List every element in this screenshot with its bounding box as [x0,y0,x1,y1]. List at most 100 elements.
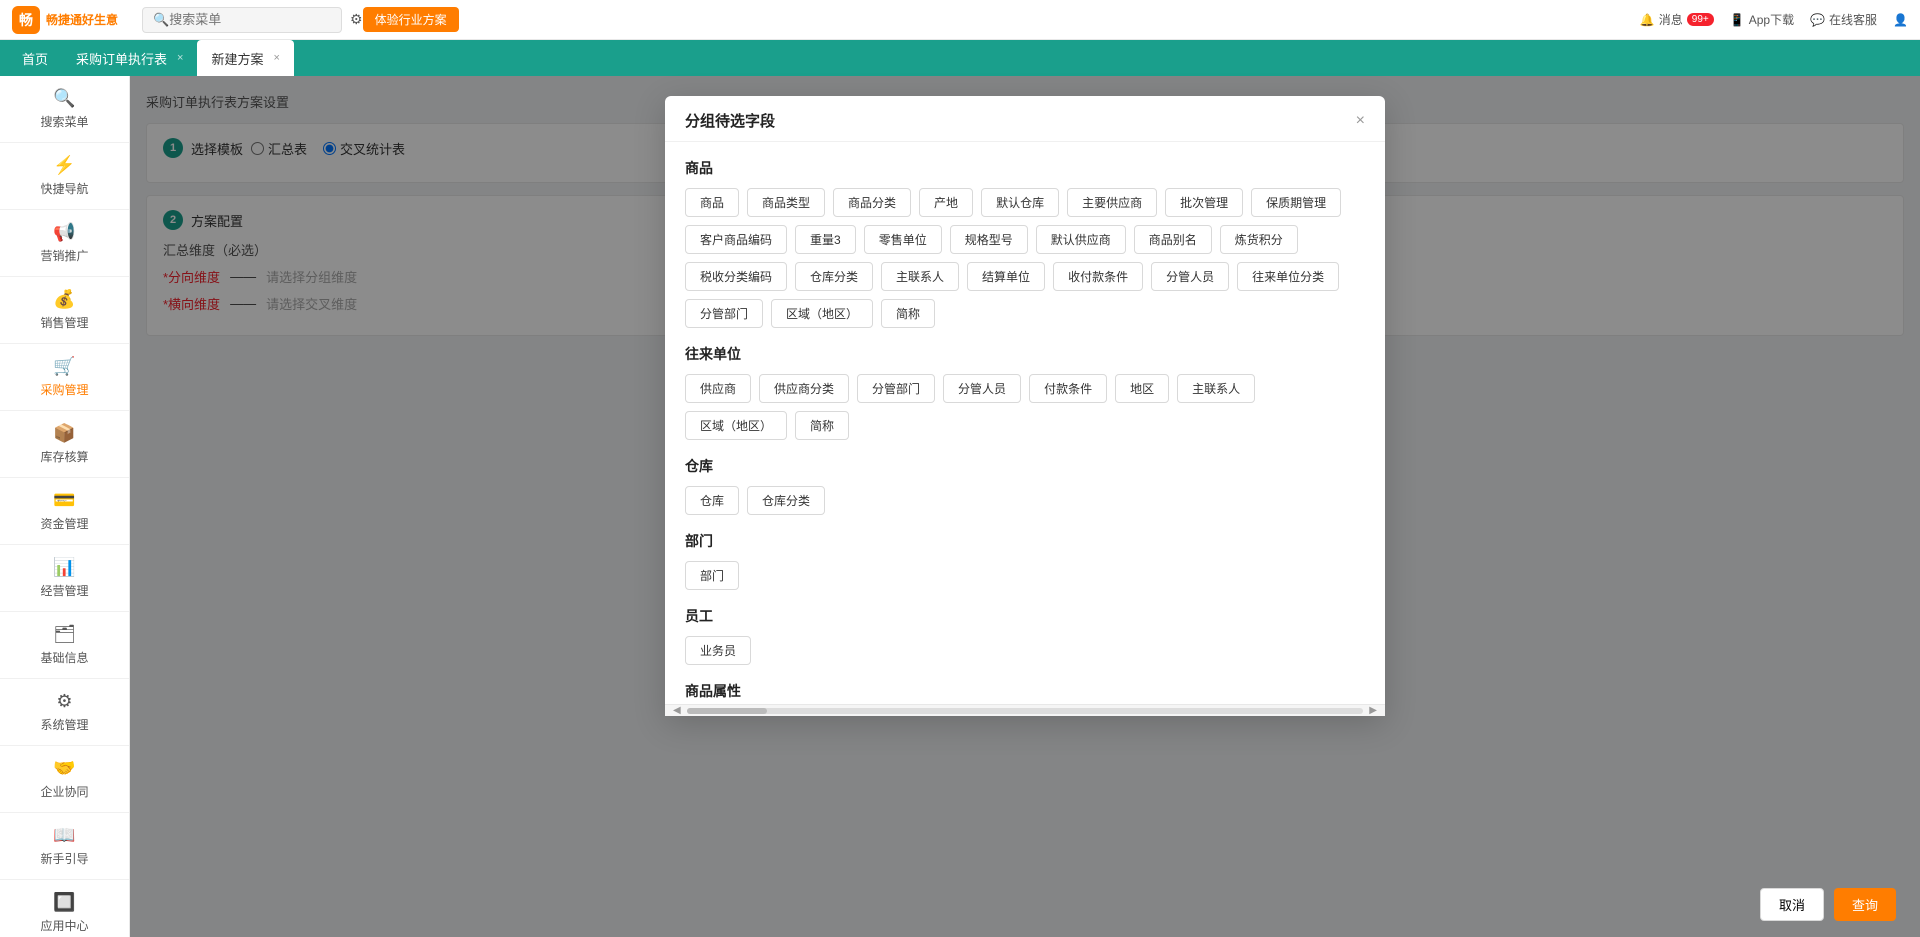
field-tag[interactable]: 分管人员 [943,374,1021,403]
scroll-right-arrow[interactable]: ▶ [1369,705,1377,716]
horizontal-scrollbar[interactable] [687,708,1364,714]
field-tag[interactable]: 商品类型 [747,188,825,217]
field-tag[interactable]: 仓库分类 [747,486,825,515]
search-icon: 🔍 [153,12,169,28]
sidebar-item-operation[interactable]: 📊 经营管理 [0,545,129,612]
field-group-product-attr-title: 商品属性 [685,681,1365,701]
field-tag[interactable]: 分管人员 [1151,262,1229,291]
system-icon: ⚙ [56,691,72,712]
sidebar-item-finance[interactable]: 💳 资金管理 [0,478,129,545]
settings-icon[interactable]: ⚙ [350,11,363,28]
field-tag[interactable]: 商品别名 [1134,225,1212,254]
sidebar-item-sales[interactable]: 💰 销售管理 [0,277,129,344]
scroll-left-arrow[interactable]: ◀ [673,705,681,716]
logo-char: 畅 [19,10,33,30]
marketing-icon: 📢 [53,222,75,243]
modal-close-btn[interactable]: × [1356,113,1365,129]
top-actions: 🔔 消息 99+ 📱 App下载 💬 在线客服 👤 [1640,11,1908,28]
field-tag[interactable]: 保质期管理 [1251,188,1341,217]
download-item[interactable]: 📱 App下载 [1730,11,1794,28]
tab-purchase-exec-close[interactable]: × [177,52,183,64]
tab-purchase-exec-label: 采购订单执行表 [76,49,167,68]
field-tag[interactable]: 炼货积分 [1220,225,1298,254]
cancel-button[interactable]: 取消 [1760,888,1824,921]
field-tag[interactable]: 区域（地区） [685,411,787,440]
field-tag[interactable]: 区域（地区） [771,299,873,328]
experience-btn[interactable]: 体验行业方案 [363,7,459,32]
search-input[interactable] [169,12,309,27]
field-tag[interactable]: 重量3 [795,225,856,254]
field-group-product-attr: 商品属性 属性 颜色 多规格 尺码 鞋码 1 [685,681,1365,704]
field-tag[interactable]: 主联系人 [1177,374,1255,403]
user-avatar[interactable]: 👤 [1893,13,1908,27]
scrollbar-thumb [687,708,767,714]
field-group-dept-title: 部门 [685,531,1365,551]
field-tag[interactable]: 零售单位 [864,225,942,254]
field-tag[interactable]: 地区 [1115,374,1169,403]
sidebar-item-purchase[interactable]: 🛒 采购管理 [0,344,129,411]
quicknav-icon: ⚡ [53,155,75,176]
field-tag[interactable]: 结算单位 [967,262,1045,291]
sidebar-item-base[interactable]: 🗂 基础信息 [0,612,129,679]
field-tag[interactable]: 往来单位分类 [1237,262,1339,291]
finance-icon: 💳 [53,490,75,511]
field-tag[interactable]: 分管部门 [857,374,935,403]
sidebar-item-marketing-label: 营销推广 [40,247,88,264]
sidebar-item-search[interactable]: 🔍 搜索菜单 [0,76,129,143]
purchase-icon: 🛒 [53,356,75,377]
field-group-partner-title: 往来单位 [685,344,1365,364]
collab-icon: 🤝 [53,758,75,779]
tab-home[interactable]: 首页 [8,40,62,76]
service-item[interactable]: 💬 在线客服 [1810,11,1877,28]
field-tag[interactable]: 产地 [919,188,973,217]
apps-icon: 🔲 [53,892,75,913]
modal-title: 分组待选字段 [685,110,775,131]
field-tag[interactable]: 默认供应商 [1036,225,1126,254]
field-tag[interactable]: 供应商分类 [759,374,849,403]
field-group-warehouse: 仓库 仓库 仓库分类 [685,456,1365,515]
field-tag[interactable]: 默认仓库 [981,188,1059,217]
field-tag[interactable]: 税收分类编码 [685,262,787,291]
field-tag[interactable]: 批次管理 [1165,188,1243,217]
tab-new-plan[interactable]: 新建方案 × [197,40,293,76]
sidebar-item-inventory[interactable]: 📦 库存核算 [0,411,129,478]
sidebar-item-marketing[interactable]: 📢 营销推广 [0,210,129,277]
field-tag[interactable]: 分管部门 [685,299,763,328]
download-label: App下载 [1749,11,1794,28]
field-tag[interactable]: 简称 [881,299,935,328]
operation-icon: 📊 [53,557,75,578]
sidebar-item-system[interactable]: ⚙ 系统管理 [0,679,129,746]
field-tag[interactable]: 业务员 [685,636,751,665]
sidebar-item-quicknav-label: 快捷导航 [40,180,88,197]
field-group-partner: 往来单位 供应商 供应商分类 分管部门 分管人员 付款条件 地区 主联系人 区域… [685,344,1365,440]
field-tag[interactable]: 主要供应商 [1067,188,1157,217]
logo-text: 畅捷通好生意 [46,11,118,28]
logo-area: 畅 畅捷通好生意 [12,6,142,34]
field-tag[interactable]: 仓库分类 [795,262,873,291]
tab-purchase-exec[interactable]: 采购订单执行表 × [62,40,197,76]
field-tag[interactable]: 规格型号 [950,225,1028,254]
field-tag[interactable]: 客户商品编码 [685,225,787,254]
field-tags-warehouse: 仓库 仓库分类 [685,486,1365,515]
sidebar-item-collab[interactable]: 🤝 企业协同 [0,746,129,813]
field-tags-partner: 供应商 供应商分类 分管部门 分管人员 付款条件 地区 主联系人 区域（地区） … [685,374,1365,440]
sidebar-item-apps[interactable]: 🔲 应用中心 [0,880,129,937]
sidebar-item-system-label: 系统管理 [40,716,88,733]
field-tag[interactable]: 付款条件 [1029,374,1107,403]
field-tag[interactable]: 主联系人 [881,262,959,291]
field-tag[interactable]: 简称 [795,411,849,440]
field-tag[interactable]: 收付款条件 [1053,262,1143,291]
notification-item[interactable]: 🔔 消息 99+ [1640,11,1714,28]
field-tag[interactable]: 商品 [685,188,739,217]
field-tag[interactable]: 供应商 [685,374,751,403]
search-box[interactable]: 🔍 [142,7,342,33]
field-tag[interactable]: 商品分类 [833,188,911,217]
confirm-button[interactable]: 查询 [1834,888,1896,921]
sidebar-item-quicknav[interactable]: ⚡ 快捷导航 [0,143,129,210]
sales-icon: 💰 [53,289,75,310]
field-tag[interactable]: 仓库 [685,486,739,515]
field-tag[interactable]: 部门 [685,561,739,590]
tab-bar: 首页 采购订单执行表 × 新建方案 × [0,40,1920,76]
tab-new-plan-close[interactable]: × [273,52,279,64]
sidebar-item-guide[interactable]: 📖 新手引导 [0,813,129,880]
